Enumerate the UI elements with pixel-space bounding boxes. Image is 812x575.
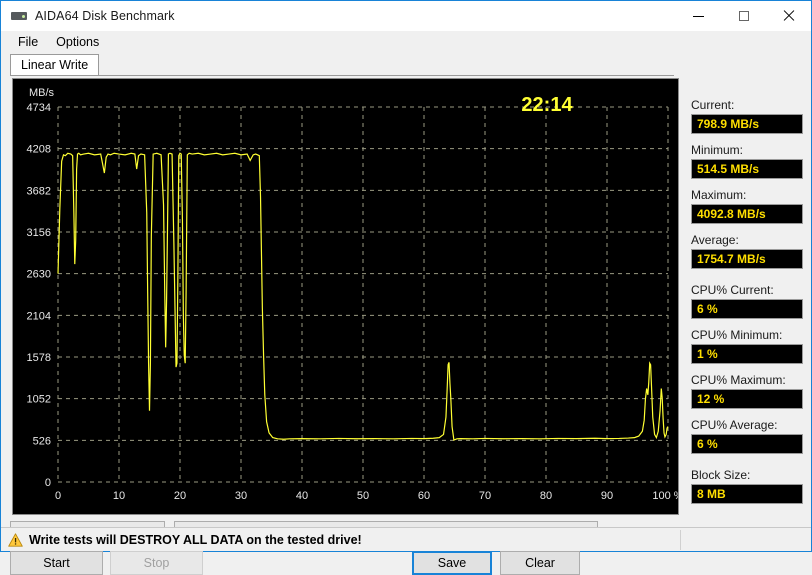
svg-text:3156: 3156 xyxy=(27,227,51,239)
stats-sidebar: Current: 798.9 MB/s Minimum: 514.5 MB/s … xyxy=(691,98,803,513)
benchmark-chart: 0 526 1052 1578 2104 2630 3156 3682 4208 4734 0 10… xyxy=(12,78,679,515)
stat-average-box: 1754.7 MB/s xyxy=(691,249,803,269)
chart-y-axis-label: MB/s xyxy=(29,87,55,99)
stat-block-size-value: 8 MB xyxy=(697,487,726,501)
stat-average-label: Average: xyxy=(691,233,739,247)
stat-average-value: 1754.7 MB/s xyxy=(697,252,766,266)
stat-cpu-current-value: 6 % xyxy=(697,302,718,316)
stat-cpu-average-box: 6 % xyxy=(691,434,803,454)
stat-cpu-maximum-box: 12 % xyxy=(691,389,803,409)
stat-cpu-maximum-value: 12 % xyxy=(697,392,725,406)
svg-text:1052: 1052 xyxy=(27,394,51,406)
stat-cpu-average-label: CPU% Average: xyxy=(691,418,778,432)
svg-text:30: 30 xyxy=(235,490,247,502)
tab-strip: Linear Write xyxy=(10,54,100,76)
stat-current-label: Current: xyxy=(691,98,735,112)
status-message: Write tests will DESTROY ALL DATA on the… xyxy=(29,532,362,547)
stat-minimum-box: 514.5 MB/s xyxy=(691,159,803,179)
start-button[interactable]: Start xyxy=(10,551,103,575)
title-bar: AIDA64 Disk Benchmark xyxy=(1,1,811,31)
menu-bar: File Options xyxy=(1,31,811,53)
svg-text:10: 10 xyxy=(113,490,125,502)
chart-timer-label: 22:14 xyxy=(521,94,573,116)
stat-cpu-average-value: 6 % xyxy=(697,437,718,451)
window-controls xyxy=(676,1,811,31)
stat-cpu-minimum-box: 1 % xyxy=(691,344,803,364)
stat-cpu-current: CPU% Current: 6 % xyxy=(691,283,803,319)
svg-text:526: 526 xyxy=(33,435,51,447)
stat-maximum-value: 4092.8 MB/s xyxy=(697,207,766,221)
stat-cpu-current-box: 6 % xyxy=(691,299,803,319)
svg-text:0: 0 xyxy=(55,490,61,502)
stat-current-value: 798.9 MB/s xyxy=(697,117,760,131)
close-icon[interactable] xyxy=(766,1,811,31)
stat-cpu-maximum-label: CPU% Maximum: xyxy=(691,373,786,387)
stat-block-size-box: 8 MB xyxy=(691,484,803,504)
warning-icon xyxy=(8,532,23,547)
clear-button[interactable]: Clear xyxy=(500,551,580,575)
stat-maximum-box: 4092.8 MB/s xyxy=(691,204,803,224)
stat-cpu-current-label: CPU% Current: xyxy=(691,283,774,297)
chart-canvas: 0 526 1052 1578 2104 2630 3156 3682 4208 4734 0 10… xyxy=(13,79,678,514)
app-window: AIDA64 Disk Benchmark File Options Linea… xyxy=(0,0,812,575)
svg-text:0: 0 xyxy=(45,477,51,489)
stat-maximum: Maximum: 4092.8 MB/s xyxy=(691,188,803,224)
svg-text:90: 90 xyxy=(601,490,613,502)
svg-text:2630: 2630 xyxy=(27,269,51,281)
stat-minimum: Minimum: 514.5 MB/s xyxy=(691,143,803,179)
stat-minimum-value: 514.5 MB/s xyxy=(697,162,760,176)
stat-average: Average: 1754.7 MB/s xyxy=(691,233,803,269)
svg-text:80: 80 xyxy=(540,490,552,502)
svg-text:60: 60 xyxy=(418,490,430,502)
stat-current-box: 798.9 MB/s xyxy=(691,114,803,134)
disk-drive-icon xyxy=(10,7,28,25)
menu-item-file[interactable]: File xyxy=(9,33,47,51)
svg-text:40: 40 xyxy=(296,490,308,502)
tab-linear-write[interactable]: Linear Write xyxy=(10,54,100,75)
maximize-icon[interactable] xyxy=(721,1,766,31)
status-bar: Write tests will DESTROY ALL DATA on the… xyxy=(1,527,811,551)
stop-button: Stop xyxy=(110,551,203,575)
menu-item-options[interactable]: Options xyxy=(47,33,108,51)
stat-current: Current: 798.9 MB/s xyxy=(691,98,803,134)
stat-block-size-label: Block Size: xyxy=(691,468,751,482)
svg-text:2104: 2104 xyxy=(27,310,51,322)
tab-underline xyxy=(10,75,674,76)
minimize-icon[interactable] xyxy=(676,1,721,31)
stat-cpu-minimum-value: 1 % xyxy=(697,347,718,361)
window-title: AIDA64 Disk Benchmark xyxy=(35,9,175,23)
status-separator xyxy=(680,530,681,550)
svg-text:3682: 3682 xyxy=(27,185,51,197)
stat-maximum-label: Maximum: xyxy=(691,188,747,202)
stat-block-size: Block Size: 8 MB xyxy=(691,468,803,504)
action-row: Start Stop Save Clear xyxy=(10,551,805,575)
svg-text:4208: 4208 xyxy=(27,144,51,156)
svg-text:20: 20 xyxy=(174,490,186,502)
stat-cpu-minimum: CPU% Minimum: 1 % xyxy=(691,328,803,364)
svg-text:70: 70 xyxy=(479,490,491,502)
svg-text:100 %: 100 % xyxy=(652,490,678,502)
content-area: Linear Write 0 526 1052 1578 2104 2630 3156 368… xyxy=(1,53,811,575)
svg-text:1578: 1578 xyxy=(27,352,51,364)
stat-cpu-maximum: CPU% Maximum: 12 % xyxy=(691,373,803,409)
stat-cpu-average: CPU% Average: 6 % xyxy=(691,418,803,454)
svg-text:4734: 4734 xyxy=(27,102,51,114)
stat-cpu-minimum-label: CPU% Minimum: xyxy=(691,328,783,342)
save-button[interactable]: Save xyxy=(412,551,492,575)
stat-minimum-label: Minimum: xyxy=(691,143,744,157)
svg-text:50: 50 xyxy=(357,490,369,502)
